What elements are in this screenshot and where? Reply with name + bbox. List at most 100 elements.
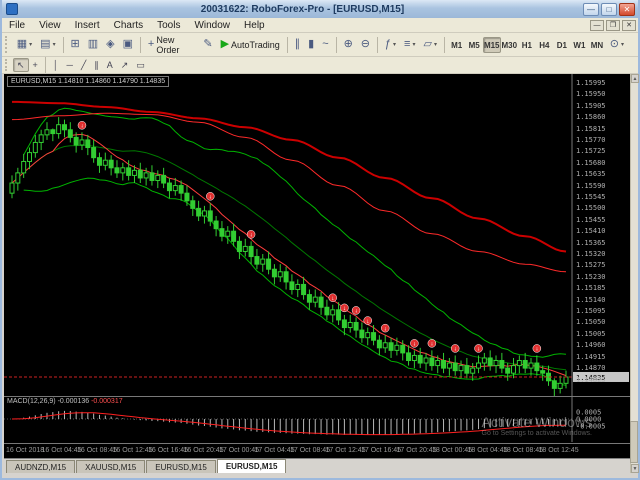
scroll-down-icon[interactable]: ▼ — [631, 464, 639, 473]
timeframe-m1-button[interactable]: M1 — [448, 37, 466, 53]
timeframe-m5-button[interactable]: M5 — [465, 37, 483, 53]
menu-item-tools[interactable]: Tools — [150, 18, 187, 33]
zoom-out-icon: ⊖ — [360, 38, 370, 50]
chart-tab-eurusd-m15-2[interactable]: EURUSD,M15 — [146, 460, 216, 473]
toolbar-grip[interactable] — [5, 36, 10, 53]
price-scale-label: 1.15905 — [576, 101, 606, 110]
time-scale-label: 16 Oct 2018 — [6, 447, 45, 454]
price-scale-label: 1.15185 — [576, 284, 606, 293]
timeframe-h4-button[interactable]: H4 — [536, 37, 554, 53]
market-watch-button[interactable]: ⊞ — [66, 35, 83, 55]
indicators-icon: ƒ — [384, 38, 392, 50]
child-close-button[interactable]: ✕ — [622, 19, 636, 31]
svg-text:↓: ↓ — [384, 326, 387, 332]
data-window-button[interactable]: ▥ — [84, 35, 102, 55]
price-chart-canvas[interactable]: ↓↓↓↓↓↓↓↓↓↓↓↓↓↑1.14835 — [4, 74, 634, 407]
maximize-button[interactable]: □ — [601, 2, 617, 16]
timeframe-m30-button[interactable]: M30 — [501, 37, 519, 53]
sell-signal-icon: ↓ — [206, 192, 215, 201]
new-chart-button[interactable]: ▦ ▾ — [13, 35, 36, 55]
search-dropdown-icon[interactable]: ▾ — [621, 41, 624, 48]
indicators-button[interactable]: ƒ ▾ — [381, 35, 400, 55]
navigator-button[interactable]: ◈ — [102, 35, 118, 55]
chart-tab-eurusd-m15-3[interactable]: EURUSD,M15 — [216, 459, 287, 473]
zoom-out-button[interactable]: ⊖ — [357, 35, 374, 55]
macd-name: MACD(12,26,9) — [7, 398, 56, 405]
price-chart[interactable]: ↓↓↓↓↓↓↓↓↓↓↓↓↓↑1.14835 EURUSD,M15 1.14810… — [4, 74, 634, 407]
profiles-button[interactable]: ▤ ▾ — [36, 35, 59, 55]
zoom-in-button[interactable]: ⊕ — [340, 35, 357, 55]
metaeditor-button[interactable]: ✎ — [199, 35, 216, 55]
sell-signal-icon: ↓ — [380, 323, 390, 332]
profiles-dropdown-icon[interactable]: ▾ — [53, 41, 56, 48]
menu-item-insert[interactable]: Insert — [68, 18, 107, 33]
autotrading-icon: ▶ — [220, 38, 230, 50]
menu-item-view[interactable]: View — [32, 18, 68, 33]
terminal-button[interactable]: ▣ — [119, 35, 137, 55]
timeframe-m15-button[interactable]: M15 — [482, 36, 501, 53]
search-button[interactable]: ⊙ ▾ — [606, 35, 628, 55]
macd-panel[interactable]: 0.0005 0.0000 -0.0005 MACD(12,26,9) -0.000… — [4, 396, 634, 442]
autotrading-button[interactable]: ▶ AutoTrading — [217, 35, 284, 55]
time-scale-label: 18 Oct 12:45 — [538, 447, 579, 454]
price-scale-label: 1.15995 — [576, 78, 606, 87]
child-restore-button[interactable]: ❐ — [606, 19, 620, 31]
timeframe-h1-button[interactable]: H1 — [518, 37, 536, 53]
child-minimize-button[interactable]: — — [590, 19, 604, 31]
time-scale-label: 17 Oct 16:45 — [361, 447, 402, 454]
title-bar[interactable]: 20031622: RoboForex-Pro - [EURUSD,M15] —… — [2, 0, 638, 18]
menu-item-file[interactable]: File — [2, 18, 32, 33]
close-button[interactable]: ✕ — [619, 2, 635, 16]
time-scale-label: 16 Oct 12:45 — [112, 447, 153, 454]
chart-tab-xauusd-m15-1[interactable]: XAUUSD,M15 — [76, 460, 146, 473]
new-chart-icon: ▦ — [16, 38, 28, 50]
time-axis[interactable]: 16 Oct 2018 16 Oct 04:45 16 Oct 08:45 16 Oc… — [4, 443, 634, 458]
templates-button[interactable]: ▱ ▾ — [419, 35, 440, 55]
price-scale-label: 1.14870 — [576, 364, 606, 373]
toolbar-right-group: ⊙ ▾ — [606, 35, 628, 55]
text-label-button[interactable]: A — [103, 58, 117, 72]
mt4-window: 20031622: RoboForex-Pro - [EURUSD,M15] —… — [0, 0, 640, 480]
horizontal-line-button[interactable]: ─ — [62, 58, 76, 72]
vertical-scrollbar[interactable]: ▲ ▼ — [630, 74, 639, 473]
vertical-line-button[interactable]: │ — [49, 58, 63, 72]
menu-item-window[interactable]: Window — [187, 18, 237, 33]
chart-line-button[interactable]: ~ — [318, 35, 332, 55]
toolbar-grip[interactable] — [5, 59, 10, 71]
timeframe-mn-button[interactable]: MN — [588, 37, 606, 53]
chart-tab-bar: AUDNZD,M15 XAUUSD,M15 EURUSD,M15 EURUSD,M15 — [4, 458, 634, 473]
minimize-button[interactable]: — — [583, 2, 599, 16]
scrollbar-thumb[interactable] — [630, 421, 638, 463]
search-icon: ⊙ — [609, 38, 619, 50]
chart-candles-icon: ▮ — [308, 38, 315, 50]
timeframe-w1-button[interactable]: W1 — [571, 37, 589, 53]
svg-text:↓: ↓ — [535, 347, 538, 353]
svg-text:↓: ↓ — [343, 306, 346, 312]
svg-text:↓: ↓ — [366, 319, 369, 325]
horizontal-line-icon: ─ — [66, 59, 73, 70]
cursor-button[interactable]: ↖ — [13, 58, 29, 72]
arrow-object-button[interactable]: ↗ — [117, 58, 133, 72]
navigator-icon: ◈ — [106, 38, 115, 50]
new-order-button[interactable]: + New Order — [144, 35, 199, 55]
toolbar-separator — [62, 36, 64, 53]
sell-signal-icon: ↓ — [340, 303, 349, 312]
new-chart-dropdown-icon[interactable]: ▾ — [29, 41, 32, 48]
crosshair-button[interactable]: + — [29, 58, 42, 72]
trendline-button[interactable]: ╱ — [77, 58, 90, 72]
periods-button[interactable]: ≡ ▾ — [400, 35, 419, 55]
templates-dropdown-icon[interactable]: ▾ — [434, 41, 437, 48]
chart-bars-button[interactable]: ∥ — [291, 35, 305, 55]
toolbar-separator — [377, 36, 378, 53]
chart-candles-button[interactable]: ▮ — [304, 35, 318, 55]
menu-item-charts[interactable]: Charts — [107, 18, 150, 33]
equidistant-channel-button[interactable]: ∥ — [90, 58, 103, 72]
periods-dropdown-icon[interactable]: ▾ — [412, 41, 415, 48]
indicators-dropdown-icon[interactable]: ▾ — [393, 41, 396, 48]
sell-signal-icon: ↓ — [351, 306, 361, 315]
timeframe-d1-button[interactable]: D1 — [553, 37, 571, 53]
menu-item-help[interactable]: Help — [237, 18, 272, 33]
scroll-up-icon[interactable]: ▲ — [631, 74, 639, 83]
shapes-button[interactable]: ▭ — [132, 58, 149, 72]
chart-tab-audnzd-m15-0[interactable]: AUDNZD,M15 — [6, 460, 76, 473]
